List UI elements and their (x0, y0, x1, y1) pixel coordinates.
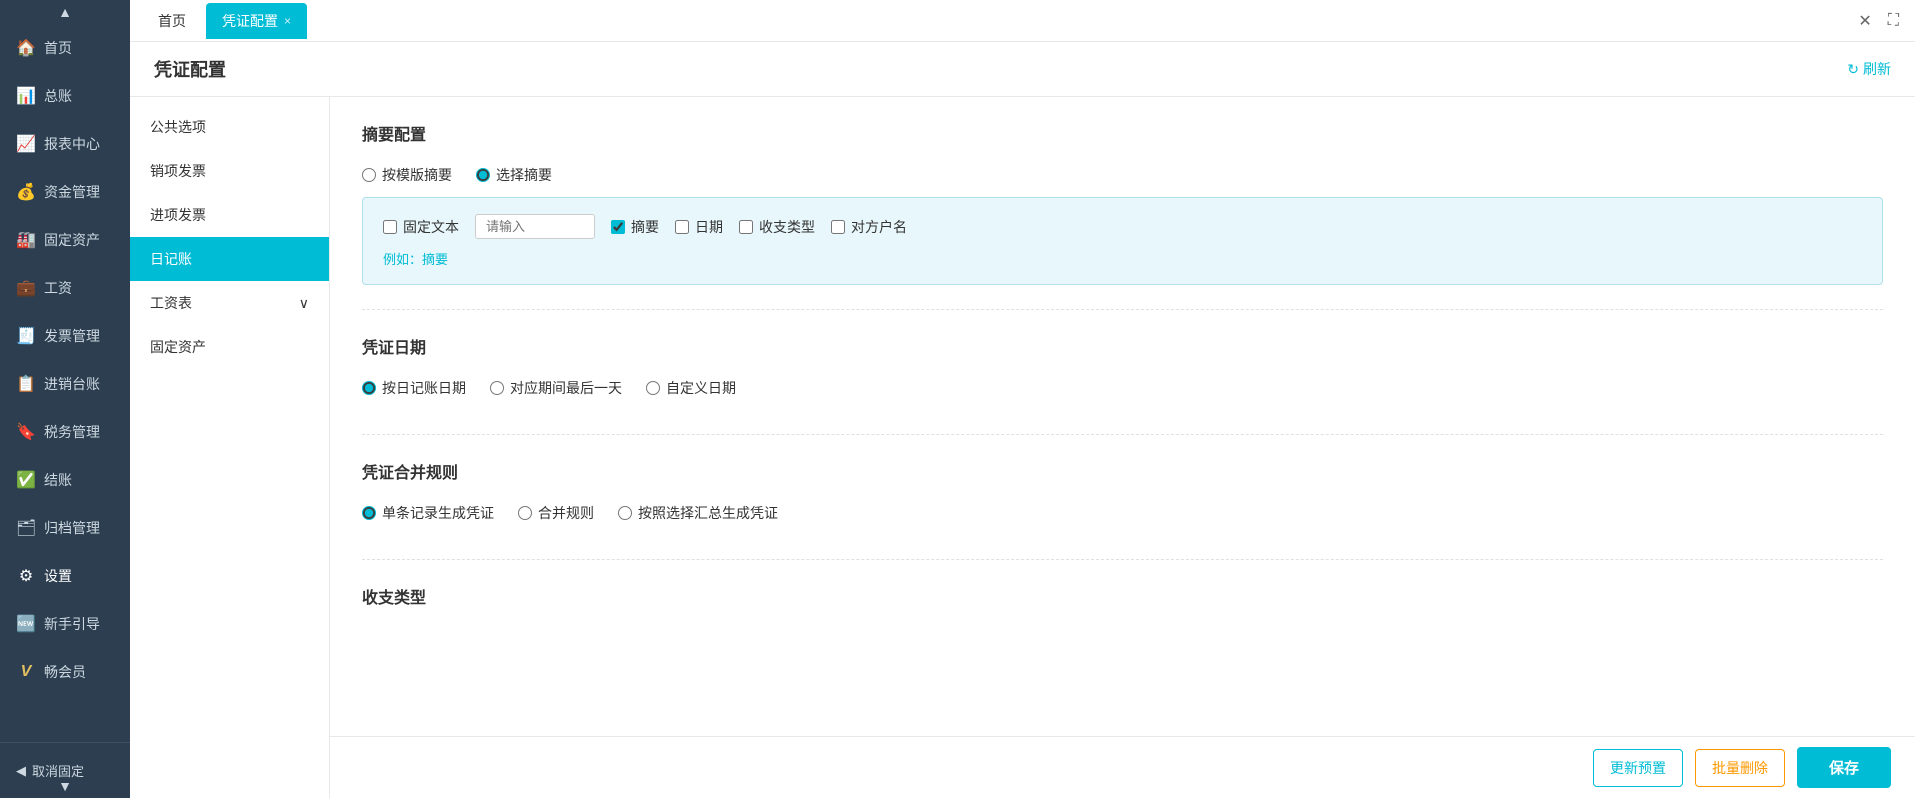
date-radio-group: 按日记账日期 对应期间最后一天 自定义日期 (362, 378, 1883, 398)
abstract-radio-template[interactable]: 按模版摘要 (362, 165, 452, 185)
salary-icon: 💼 (16, 278, 36, 298)
date-section: 凭证日期 按日记账日期 对应期间最后一天 (362, 334, 1883, 435)
tab-controls: ✕ ⛶ (1854, 7, 1903, 35)
abstract-config-row: 固定文本 摘要 日期 (383, 214, 1862, 239)
left-nav-payroll[interactable]: 工资表 ∨ (130, 281, 329, 325)
date-radio-journal[interactable]: 按日记账日期 (362, 378, 466, 398)
vip-icon: V (16, 663, 36, 681)
sidebar-bottom: ◀ 取消固定 (0, 742, 130, 798)
checkbox-income-type[interactable]: 收支类型 (739, 217, 815, 237)
sidebar-item-vip[interactable]: V 畅会员 (0, 648, 130, 696)
refresh-button[interactable]: ↻ 刷新 (1847, 59, 1891, 79)
sidebar-item-invoice[interactable]: 🧾 发票管理 (0, 312, 130, 360)
batch-delete-button[interactable]: 批量删除 (1695, 749, 1785, 787)
sidebar-item-salary[interactable]: 💼 工资 (0, 264, 130, 312)
sidebar: ▲ 🏠 首页 📊 总账 📈 报表中心 💰 资金管理 🏭 固定资产 💼 工资 🧾 … (0, 0, 130, 798)
merge-section-title: 凭证合并规则 (362, 459, 1883, 483)
sidebar-item-inout[interactable]: 📋 进销台账 (0, 360, 130, 408)
sidebar-item-guide[interactable]: 🆕 新手引导 (0, 600, 130, 648)
abstract-radio-select[interactable]: 选择摘要 (476, 165, 552, 185)
funds-icon: 💰 (16, 182, 36, 202)
maximize-button[interactable]: ⛶ (1884, 7, 1903, 35)
tab-home[interactable]: 首页 (142, 3, 202, 39)
save-button[interactable]: 保存 (1797, 747, 1891, 788)
home-icon: 🏠 (16, 38, 36, 58)
income-expense-title: 收支类型 (362, 584, 1883, 608)
sidebar-item-reports[interactable]: 📈 报表中心 (0, 120, 130, 168)
sidebar-item-assets[interactable]: 🏭 固定资产 (0, 216, 130, 264)
date-section-title: 凭证日期 (362, 334, 1883, 358)
abstract-section-title: 摘要配置 (362, 121, 1883, 145)
abstract-example: 例如：摘要 (383, 249, 1862, 268)
assets-icon: 🏭 (16, 230, 36, 250)
abstract-section: 摘要配置 按模版摘要 选择摘要 (362, 121, 1883, 310)
right-content: 摘要配置 按模版摘要 选择摘要 (330, 97, 1915, 736)
expand-icon: ∨ (299, 295, 309, 312)
inout-icon: 📋 (16, 374, 36, 394)
merge-radio-merge[interactable]: 合并规则 (518, 503, 594, 523)
body-layout: 公共选项 销项发票 进项发票 日记账 工资表 ∨ 固定资产 (130, 97, 1915, 798)
page-header: 凭证配置 ↻ 刷新 (130, 42, 1915, 97)
merge-radio-single[interactable]: 单条记录生成凭证 (362, 503, 494, 523)
main-area: 首页 凭证配置 × ✕ ⛶ 凭证配置 ↻ 刷新 公共选项 (130, 0, 1915, 798)
merge-radio-group: 单条记录生成凭证 合并规则 按照选择汇总生成凭证 (362, 503, 1883, 523)
update-preset-button[interactable]: 更新预置 (1593, 749, 1683, 787)
guide-icon: 🆕 (16, 614, 36, 634)
tab-bar: 首页 凭证配置 × ✕ ⛶ (130, 0, 1915, 42)
sidebar-item-ledger[interactable]: 📊 总账 (0, 72, 130, 120)
checkbox-abstract[interactable]: 摘要 (611, 217, 659, 237)
left-nav-purchase[interactable]: 进项发票 (130, 193, 329, 237)
sidebar-item-settings[interactable]: ⚙ 设置 (0, 552, 130, 600)
date-radio-custom[interactable]: 自定义日期 (646, 378, 736, 398)
tax-icon: 🔖 (16, 422, 36, 442)
merge-radio-summary[interactable]: 按照选择汇总生成凭证 (618, 503, 778, 523)
checkout-icon: ✅ (16, 470, 36, 490)
date-radio-period[interactable]: 对应期间最后一天 (490, 378, 622, 398)
close-tab-icon[interactable]: × (284, 14, 291, 28)
left-nav: 公共选项 销项发票 进项发票 日记账 工资表 ∨ 固定资产 (130, 97, 330, 798)
reports-icon: 📈 (16, 134, 36, 154)
income-expense-section: 收支类型 (362, 584, 1883, 652)
checkbox-date[interactable]: 日期 (675, 217, 723, 237)
ledger-icon: 📊 (16, 86, 36, 106)
tab-voucher[interactable]: 凭证配置 × (206, 3, 307, 39)
merge-section: 凭证合并规则 单条记录生成凭证 合并规则 (362, 459, 1883, 560)
settings-icon: ⚙ (16, 566, 36, 586)
left-nav-journal[interactable]: 日记账 (130, 237, 329, 281)
sidebar-item-home[interactable]: 🏠 首页 (0, 24, 130, 72)
unpin-button[interactable]: ◀ 取消固定 (0, 753, 130, 788)
refresh-icon: ↻ (1847, 61, 1859, 78)
checkbox-fixed-text[interactable]: 固定文本 (383, 217, 459, 237)
pin-icon: ◀ (16, 763, 26, 779)
invoice-icon: 🧾 (16, 326, 36, 346)
bottom-bar: 更新预置 批量删除 保存 (330, 736, 1915, 798)
abstract-config-box: 固定文本 摘要 日期 (362, 197, 1883, 285)
left-nav-sales[interactable]: 销项发票 (130, 149, 329, 193)
sidebar-item-archive[interactable]: 🗂 归档管理 (0, 504, 130, 552)
sidebar-item-tax[interactable]: 🔖 税务管理 (0, 408, 130, 456)
page-title: 凭证配置 (154, 56, 226, 82)
checkbox-counterpart-name[interactable]: 对方户名 (831, 217, 907, 237)
fixed-text-input[interactable] (475, 214, 595, 239)
left-nav-public[interactable]: 公共选项 (130, 105, 329, 149)
abstract-radio-group: 按模版摘要 选择摘要 (362, 165, 1883, 185)
archive-icon: 🗂 (16, 518, 36, 538)
content-area: 凭证配置 ↻ 刷新 公共选项 销项发票 进项发票 日记账 (130, 42, 1915, 798)
sidebar-item-checkout[interactable]: ✅ 结账 (0, 456, 130, 504)
left-nav-fixed-assets[interactable]: 固定资产 (130, 325, 329, 369)
close-window-button[interactable]: ✕ (1854, 7, 1875, 35)
sidebar-scroll-up[interactable]: ▲ (0, 0, 130, 24)
sidebar-item-funds[interactable]: 💰 资金管理 (0, 168, 130, 216)
